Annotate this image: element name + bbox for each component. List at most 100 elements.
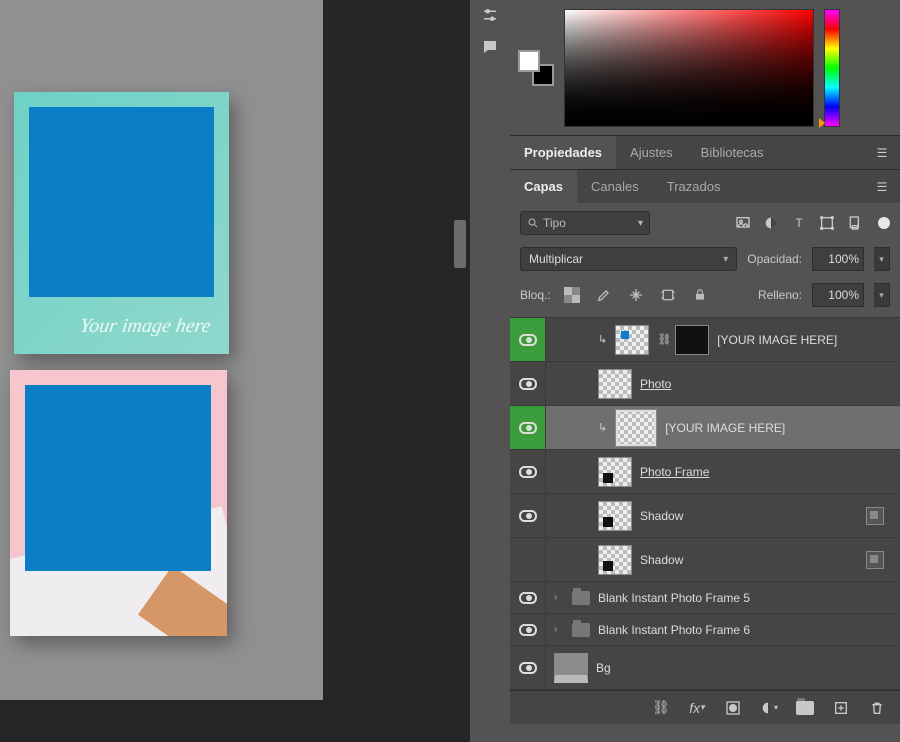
filter-shape-icon[interactable] (818, 214, 836, 232)
layer-name[interactable]: Photo Frame (640, 465, 709, 479)
filter-image-icon[interactable] (734, 214, 752, 232)
properties-tabs: Propiedades Ajustes Bibliotecas ☰ (510, 135, 900, 169)
color-panel (510, 0, 900, 135)
visibility-toggle[interactable] (510, 494, 546, 537)
layer-row[interactable]: › Blank Instant Photo Frame 6 (510, 614, 900, 646)
visibility-toggle[interactable] (510, 362, 546, 405)
blend-mode-dropdown[interactable]: Multiplicar ▾ (520, 247, 737, 271)
opacity-input[interactable]: 100% (812, 247, 864, 271)
layer-thumbnail[interactable] (615, 325, 649, 355)
blend-opacity-row: Multiplicar ▾ Opacidad: 100% ▾ (510, 243, 900, 279)
add-mask-icon[interactable] (724, 699, 742, 717)
delete-layer-icon[interactable] (868, 699, 886, 717)
layer-thumbnail[interactable] (554, 653, 588, 683)
polaroid-teal-photo[interactable] (29, 107, 214, 297)
polaroid-teal[interactable]: Your image here (14, 92, 229, 354)
folder-icon (572, 591, 590, 605)
chat-icon[interactable] (481, 38, 499, 56)
panel-menu-icon[interactable]: ☰ (872, 146, 892, 160)
visibility-toggle[interactable] (510, 450, 546, 493)
layer-thumbnail[interactable] (598, 545, 632, 575)
layer-search-placeholder: Tipo (543, 216, 566, 230)
layer-name[interactable]: Photo (640, 377, 671, 391)
fill-input[interactable]: 100% (812, 283, 864, 307)
opacity-label: Opacidad: (747, 252, 802, 266)
lock-artboard-icon[interactable] (657, 284, 679, 306)
visibility-toggle[interactable] (510, 318, 546, 361)
eye-icon (519, 624, 537, 636)
lock-transparency-icon[interactable] (561, 284, 583, 306)
layer-name[interactable]: [YOUR IMAGE HERE] (717, 333, 837, 347)
layer-name[interactable]: Shadow (640, 509, 683, 523)
eye-icon (519, 592, 537, 604)
new-layer-icon[interactable] (832, 699, 850, 717)
layer-search-input[interactable]: Tipo ▾ (520, 211, 650, 235)
new-group-icon[interactable] (796, 699, 814, 717)
slider-icon[interactable] (481, 6, 499, 24)
polaroid-pink-photo[interactable] (25, 385, 211, 571)
filter-adjustment-icon[interactable] (762, 214, 780, 232)
lock-all-icon[interactable] (689, 284, 711, 306)
layer-fx-icon[interactable]: fx▾ (688, 699, 706, 717)
opacity-stepper[interactable]: ▾ (874, 247, 890, 271)
layer-name[interactable]: Shadow (640, 553, 683, 567)
tab-layers[interactable]: Capas (510, 170, 577, 204)
folder-icon (572, 623, 590, 637)
lock-fill-row: Bloq.: Relleno: 100% ▾ (510, 279, 900, 318)
panel-menu-icon[interactable]: ☰ (872, 180, 892, 194)
layer-thumbnail[interactable] (598, 457, 632, 487)
color-field[interactable] (564, 9, 814, 127)
tab-properties[interactable]: Propiedades (510, 136, 616, 170)
foreground-color-swatch[interactable] (518, 50, 540, 72)
lock-label: Bloq.: (520, 288, 551, 302)
link-layers-icon[interactable]: ⛓ (652, 699, 670, 717)
visibility-toggle[interactable] (510, 582, 546, 613)
layer-name[interactable]: Blank Instant Photo Frame 5 (598, 591, 750, 605)
lock-position-icon[interactable] (625, 284, 647, 306)
chevron-right-icon[interactable]: › (554, 624, 564, 635)
polaroid-pink[interactable] (10, 370, 227, 636)
foreground-background-swatch[interactable] (518, 50, 554, 86)
polaroid-teal-script: Your image here (79, 316, 213, 336)
layer-row-selected[interactable]: ↳ [YOUR IMAGE HERE] (510, 406, 900, 450)
eye-icon (519, 510, 537, 522)
hue-slider-handle[interactable] (819, 118, 825, 128)
visibility-toggle[interactable] (510, 538, 546, 581)
filter-type-icon[interactable]: T (790, 214, 808, 232)
fill-stepper[interactable]: ▾ (874, 283, 890, 307)
canvas-artboard[interactable]: Your image here (0, 0, 323, 700)
hue-slider[interactable] (824, 9, 840, 127)
link-icon[interactable]: ⛓ (657, 333, 667, 347)
tab-channels[interactable]: Canales (577, 170, 653, 204)
layer-thumbnail[interactable] (598, 369, 632, 399)
layer-name[interactable]: Bg (596, 661, 611, 675)
canvas-scrollbar-vertical[interactable] (452, 0, 468, 700)
layer-row[interactable]: Bg (510, 646, 900, 690)
layer-thumbnail-smartobject[interactable] (615, 409, 657, 447)
layer-row[interactable]: Shadow (510, 538, 900, 582)
tab-libraries[interactable]: Bibliotecas (687, 136, 778, 170)
lock-brush-icon[interactable] (593, 284, 615, 306)
layer-row[interactable]: Photo Frame (510, 450, 900, 494)
canvas-scrollbar-thumb[interactable] (454, 220, 466, 268)
canvas-area: Your image here (0, 0, 470, 742)
layer-thumbnail[interactable] (598, 501, 632, 531)
adjustment-layer-icon[interactable]: ▾ (760, 699, 778, 717)
visibility-toggle[interactable] (510, 614, 546, 645)
visibility-toggle[interactable] (510, 646, 546, 689)
filter-toggle[interactable] (878, 217, 890, 229)
layer-name[interactable]: Blank Instant Photo Frame 6 (598, 623, 750, 637)
filter-smartobject-icon[interactable] (846, 214, 864, 232)
tab-paths[interactable]: Trazados (653, 170, 735, 204)
tab-adjustments[interactable]: Ajustes (616, 136, 687, 170)
layer-mask-thumbnail[interactable] (675, 325, 709, 355)
layer-row[interactable]: ↳ ⛓ [YOUR IMAGE HERE] (510, 318, 900, 362)
layer-effects-icon[interactable] (866, 551, 884, 569)
chevron-right-icon[interactable]: › (554, 592, 564, 603)
layer-row[interactable]: Shadow (510, 494, 900, 538)
layer-effects-icon[interactable] (866, 507, 884, 525)
layer-row[interactable]: › Blank Instant Photo Frame 5 (510, 582, 900, 614)
visibility-toggle[interactable] (510, 406, 546, 449)
layer-row[interactable]: Photo (510, 362, 900, 406)
layer-name[interactable]: [YOUR IMAGE HERE] (665, 421, 785, 435)
